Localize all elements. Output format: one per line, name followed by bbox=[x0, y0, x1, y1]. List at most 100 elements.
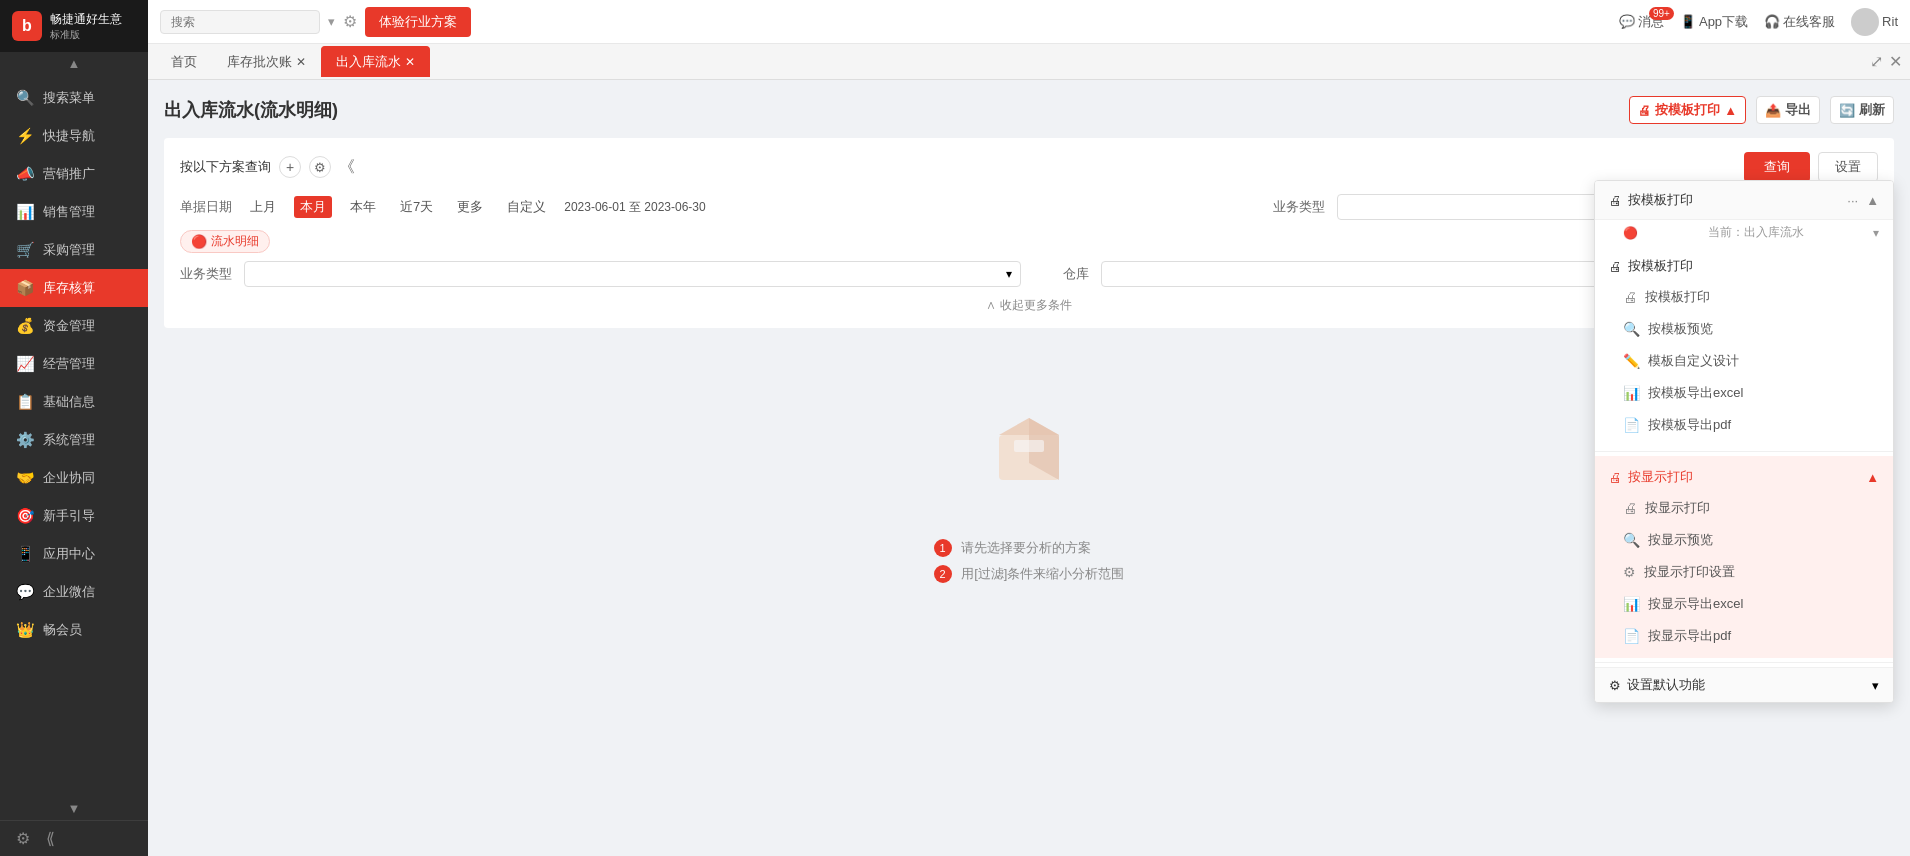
panel-item-template-print[interactable]: 🖨 按模板打印 bbox=[1595, 281, 1893, 313]
panel-item-display-print[interactable]: 🖨 按显示打印 bbox=[1595, 492, 1893, 524]
display-excel-icon: 📊 bbox=[1623, 596, 1640, 612]
panel-footer[interactable]: ⚙ 设置默认功能 ▾ bbox=[1595, 667, 1893, 702]
page-header: 出入库流水(流水明细) 🖨 按模板打印 ▲ 📤 导出 🔄 刷新 bbox=[164, 96, 1894, 124]
panel-item-display-settings[interactable]: ⚙ 按显示打印设置 bbox=[1595, 556, 1893, 588]
business-type-select[interactable]: ▾ bbox=[244, 261, 1021, 287]
panel-chevron-up-icon[interactable]: ▲ bbox=[1866, 193, 1879, 208]
tab-batch-account[interactable]: 库存批次账 ✕ bbox=[212, 46, 321, 77]
query-btn[interactable]: 查询 bbox=[1744, 152, 1810, 182]
print-btn[interactable]: 🖨 按模板打印 ▲ bbox=[1629, 96, 1746, 124]
sidebar-item-wechat[interactable]: 💬 企业微信 bbox=[0, 573, 148, 611]
sidebar-item-search[interactable]: 🔍 搜索菜单 bbox=[0, 79, 148, 117]
date-option-more[interactable]: 更多 bbox=[451, 196, 489, 218]
panel-divider-2 bbox=[1595, 662, 1893, 663]
avatar bbox=[1851, 8, 1879, 36]
panel-section-template-header[interactable]: 🖨 按模板打印 bbox=[1595, 251, 1893, 281]
sidebar-item-finance[interactable]: 💰 资金管理 bbox=[0, 307, 148, 345]
topbar-chevron-icon[interactable]: ▾ bbox=[328, 14, 335, 29]
filter-add-btn[interactable]: + bbox=[279, 156, 301, 178]
tab-maximize-icon[interactable]: ⤢ bbox=[1870, 52, 1883, 71]
panel-section-display-header[interactable]: 🖨 按显示打印 ▲ bbox=[1595, 462, 1893, 492]
apps-icon: 📱 bbox=[16, 545, 35, 563]
panel-item-template-excel[interactable]: 📊 按模板导出excel bbox=[1595, 377, 1893, 409]
tab-flow-close[interactable]: ✕ bbox=[405, 55, 415, 69]
display-pdf-icon: 📄 bbox=[1623, 628, 1640, 644]
panel-header-actions: ··· ▲ bbox=[1847, 193, 1879, 208]
tab-flow[interactable]: 出入库流水 ✕ bbox=[321, 46, 430, 77]
sidebar-item-purchase[interactable]: 🛒 采购管理 bbox=[0, 231, 148, 269]
user-menu[interactable]: Rit bbox=[1851, 8, 1898, 36]
sidebar-item-basic[interactable]: 📋 基础信息 bbox=[0, 383, 148, 421]
topbar-gear-icon[interactable]: ⚙ bbox=[343, 12, 357, 31]
panel-section-display-title: 🖨 按显示打印 bbox=[1609, 468, 1693, 486]
date-option-last-7-days[interactable]: 近7天 bbox=[394, 196, 439, 218]
filter-collapse-icon[interactable]: 《 bbox=[339, 157, 355, 178]
sales-icon: 📊 bbox=[16, 203, 35, 221]
sidebar-item-member[interactable]: 👑 畅会员 bbox=[0, 611, 148, 649]
svg-rect-3 bbox=[1014, 440, 1044, 452]
panel-section-template-title: 🖨 按模板打印 bbox=[1609, 257, 1693, 275]
template-section-icon: 🖨 bbox=[1609, 259, 1622, 274]
date-label: 单据日期 bbox=[180, 198, 232, 216]
tab-close-icon[interactable]: ✕ bbox=[1889, 52, 1902, 71]
panel-header: 🖨 按模板打印 ··· ▲ bbox=[1595, 181, 1893, 220]
page-title: 出入库流水(流水明细) bbox=[164, 98, 338, 122]
page-header-actions: 🖨 按模板打印 ▲ 📤 导出 🔄 刷新 bbox=[1629, 96, 1894, 124]
filter-title: 按以下方案查询 bbox=[180, 158, 271, 176]
member-icon: 👑 bbox=[16, 621, 35, 639]
template-preview-icon: 🔍 bbox=[1623, 321, 1640, 337]
sidebar-item-corp[interactable]: 🤝 企业协同 bbox=[0, 459, 148, 497]
date-option-last-month[interactable]: 上月 bbox=[244, 196, 282, 218]
panel-current-sub[interactable]: 🔴 当前：出入库流水 ▾ bbox=[1595, 220, 1893, 245]
sidebar-item-system[interactable]: ⚙️ 系统管理 bbox=[0, 421, 148, 459]
sidebar-scroll-up[interactable]: ▲ bbox=[0, 52, 148, 75]
filter-gear-btn[interactable]: ⚙ bbox=[309, 156, 331, 178]
display-section-chevron[interactable]: ▲ bbox=[1866, 470, 1879, 485]
panel-item-display-pdf[interactable]: 📄 按显示导出pdf bbox=[1595, 620, 1893, 652]
panel-more-icon[interactable]: ··· bbox=[1847, 193, 1858, 208]
panel-item-display-preview[interactable]: 🔍 按显示预览 bbox=[1595, 524, 1893, 556]
export-btn[interactable]: 📤 导出 bbox=[1756, 96, 1820, 124]
headset-icon: 🎧 bbox=[1764, 14, 1780, 29]
sidebar-item-marketing[interactable]: 📣 营销推广 bbox=[0, 155, 148, 193]
refresh-btn[interactable]: 🔄 刷新 bbox=[1830, 96, 1894, 124]
industry-btn[interactable]: 体验行业方案 bbox=[365, 7, 471, 37]
collapse-up-icon: ∧ bbox=[986, 298, 996, 312]
template-excel-icon: 📊 bbox=[1623, 385, 1640, 401]
settings-btn[interactable]: 设置 bbox=[1818, 152, 1878, 182]
tab-batch-account-close[interactable]: ✕ bbox=[296, 55, 306, 69]
print-chevron-icon: ▲ bbox=[1724, 103, 1737, 118]
main-area: ▾ ⚙ 体验行业方案 💬 消息 99+ 📱 App下载 🎧 在线客服 Rit bbox=[148, 0, 1910, 856]
sidebar-item-apps[interactable]: 📱 应用中心 bbox=[0, 535, 148, 573]
message-btn[interactable]: 💬 消息 99+ bbox=[1619, 13, 1664, 31]
tab-home[interactable]: 首页 bbox=[156, 46, 212, 77]
sidebar-item-inventory[interactable]: 📦 库存核算 bbox=[0, 269, 148, 307]
app-download-btn[interactable]: 📱 App下载 bbox=[1680, 13, 1748, 31]
sidebar-scroll-down[interactable]: ▼ bbox=[0, 797, 148, 820]
date-option-this-month[interactable]: 本月 bbox=[294, 196, 332, 218]
page-content: 出入库流水(流水明细) 🖨 按模板打印 ▲ 📤 导出 🔄 刷新 bbox=[148, 80, 1910, 856]
panel-item-template-preview[interactable]: 🔍 按模板预览 bbox=[1595, 313, 1893, 345]
logo-icon: b bbox=[12, 11, 42, 41]
online-service-btn[interactable]: 🎧 在线客服 bbox=[1764, 13, 1835, 31]
sidebar-item-guide[interactable]: 🎯 新手引导 bbox=[0, 497, 148, 535]
sidebar-item-quick-nav[interactable]: ⚡ 快捷导航 bbox=[0, 117, 148, 155]
display-print-icon: 🖨 bbox=[1623, 500, 1637, 516]
sidebar-footer: ⚙ ⟪ bbox=[0, 820, 148, 856]
topbar-search-input[interactable] bbox=[160, 10, 320, 34]
sidebar-item-operation[interactable]: 📈 经营管理 bbox=[0, 345, 148, 383]
print-panel-icon: 🖨 bbox=[1609, 193, 1622, 208]
sidebar-collapse-icon[interactable]: ⟪ bbox=[46, 829, 55, 848]
print-icon: 🖨 bbox=[1638, 103, 1651, 118]
active-chip[interactable]: 🔴 流水明细 bbox=[180, 230, 270, 253]
message-icon: 💬 bbox=[1619, 14, 1635, 29]
sidebar-settings-icon[interactable]: ⚙ bbox=[16, 829, 30, 848]
sidebar-item-sales[interactable]: 📊 销售管理 bbox=[0, 193, 148, 231]
message-badge: 99+ bbox=[1649, 7, 1674, 20]
panel-item-template-pdf[interactable]: 📄 按模板导出pdf bbox=[1595, 409, 1893, 441]
display-section-icon: 🖨 bbox=[1609, 470, 1622, 485]
date-option-custom[interactable]: 自定义 bbox=[501, 196, 552, 218]
panel-item-display-excel[interactable]: 📊 按显示导出excel bbox=[1595, 588, 1893, 620]
date-option-this-year[interactable]: 本年 bbox=[344, 196, 382, 218]
panel-item-template-custom[interactable]: ✏️ 模板自定义设计 bbox=[1595, 345, 1893, 377]
